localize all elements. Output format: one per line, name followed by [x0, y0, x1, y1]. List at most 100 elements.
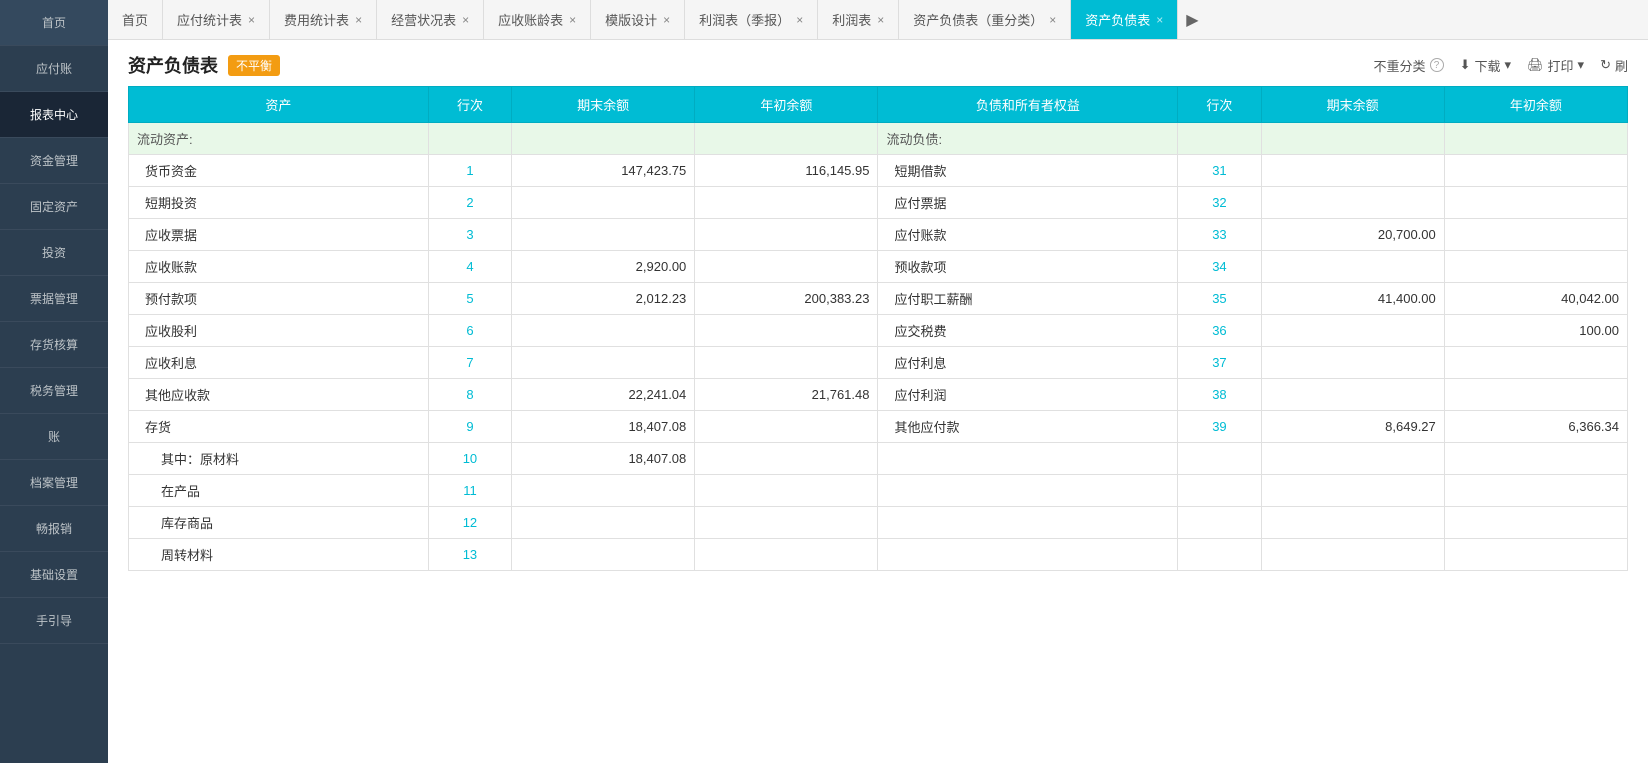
no-reclassify-label: 不重分类 [1374, 56, 1426, 75]
download-label: 下载 [1474, 56, 1500, 75]
liability-name: 应付利息 [878, 347, 1178, 379]
tab-close-icon[interactable]: × [355, 13, 362, 27]
sidebar-item-home[interactable]: 首页 [0, 0, 108, 46]
tab-scroll-right-icon[interactable]: ▶ [1178, 10, 1206, 30]
row-number: 6 [428, 315, 511, 347]
liability-name: 预收款项 [878, 251, 1178, 283]
end-balance: 22,241.04 [512, 379, 695, 411]
sidebar-item-sales[interactable]: 畅报销 [0, 506, 108, 552]
tab-close-icon[interactable]: × [462, 13, 469, 27]
tab-label: 应付统计表 [177, 10, 242, 29]
sidebar-item-investment[interactable]: 投资 [0, 230, 108, 276]
end-balance2 [1261, 475, 1444, 507]
tab-receivables-aging[interactable]: 应收账龄表 × [484, 0, 591, 40]
tab-label: 资产负债表（重分类） [913, 10, 1043, 29]
liability-name: 应付票据 [878, 187, 1178, 219]
end-balance [512, 219, 695, 251]
table-header-row: 资产 行次 期末余额 年初余额 负债和所有者权益 行次 期末余额 年初余额 [129, 87, 1628, 123]
tab-balance-sheet[interactable]: 资产负债表 × [1071, 0, 1178, 40]
tab-template-design[interactable]: 模版设计 × [591, 0, 685, 40]
tab-label: 经营状况表 [391, 10, 456, 29]
end-balance2 [1261, 443, 1444, 475]
end-balance2 [1261, 539, 1444, 571]
row-number2 [1178, 443, 1261, 475]
year-start-balance: 116,145.95 [695, 155, 878, 187]
tab-home-label: 首页 [122, 10, 148, 29]
row-number2: 31 [1178, 155, 1261, 187]
tab-close-icon[interactable]: × [663, 13, 670, 27]
tab-balance-sheet-reclassify[interactable]: 资产负债表（重分类） × [899, 0, 1071, 40]
sidebar-item-inventory-calc[interactable]: 存货核算 [0, 322, 108, 368]
row-number2: 32 [1178, 187, 1261, 219]
sidebar-item-fixed-assets[interactable]: 固定资产 [0, 184, 108, 230]
sidebar-item-basic-settings[interactable]: 基础设置 [0, 552, 108, 598]
row-number: 9 [428, 411, 511, 443]
end-balance2 [1261, 155, 1444, 187]
end-balance [512, 539, 695, 571]
end-balance [512, 507, 695, 539]
table-row: 应收票据 3 应付账款 33 20,700.00 [129, 219, 1628, 251]
sidebar-item-guide[interactable]: 手引导 [0, 598, 108, 644]
year-start-balance [695, 347, 878, 379]
row-number2 [1178, 507, 1261, 539]
sidebar-item-ticket-management[interactable]: 票据管理 [0, 276, 108, 322]
end-balance2: 20,700.00 [1261, 219, 1444, 251]
tab-label: 资产负债表 [1085, 10, 1150, 29]
header-year-start-balance: 年初余额 [695, 87, 878, 123]
tab-close-icon[interactable]: × [877, 13, 884, 27]
tab-operations-status[interactable]: 经营状况表 × [377, 0, 484, 40]
section-year-bal-empty [695, 123, 878, 155]
liability-name [878, 443, 1178, 475]
tab-label: 费用统计表 [284, 10, 349, 29]
row-number2: 38 [1178, 379, 1261, 411]
header-end-balance2: 期末余额 [1261, 87, 1444, 123]
page-title-area: 资产负债表 不平衡 [128, 52, 280, 78]
asset-name: 应收利息 [129, 347, 429, 379]
header-actions: 不重分类 ? ⬇ 下载 ▾ 🖨 打印 ▾ ↻ 刷 [1374, 56, 1628, 75]
year-start-balance [695, 475, 878, 507]
year-start-balance [695, 443, 878, 475]
no-reclassify-button[interactable]: 不重分类 ? [1374, 56, 1444, 75]
row-number2: 39 [1178, 411, 1261, 443]
end-balance2: 8,649.27 [1261, 411, 1444, 443]
tab-close-icon[interactable]: × [248, 13, 255, 27]
row-number: 10 [428, 443, 511, 475]
tab-close-icon[interactable]: × [1049, 13, 1056, 27]
sidebar-item-report-center[interactable]: 报表中心 [0, 92, 108, 138]
tab-profit-table[interactable]: 利润表 × [818, 0, 899, 40]
refresh-icon: ↻ [1600, 57, 1611, 73]
tab-home[interactable]: 首页 [108, 0, 163, 40]
row-number2: 36 [1178, 315, 1261, 347]
year-start-balance [695, 315, 878, 347]
table-container: 资产 行次 期末余额 年初余额 负债和所有者权益 行次 期末余额 年初余额 流动… [108, 86, 1648, 763]
tab-close-icon[interactable]: × [569, 13, 576, 27]
tab-close-icon[interactable]: × [796, 13, 803, 27]
section-current-assets-label: 流动资产: [129, 123, 429, 155]
sidebar-item-archive-management[interactable]: 档案管理 [0, 460, 108, 506]
year-start-balance2: 40,042.00 [1444, 283, 1627, 315]
liability-name: 应付利润 [878, 379, 1178, 411]
sidebar-item-tax-management[interactable]: 税务管理 [0, 368, 108, 414]
liability-name: 应付账款 [878, 219, 1178, 251]
sidebar-item-accounts[interactable]: 账 [0, 414, 108, 460]
download-button[interactable]: ⬇ 下载 ▾ [1460, 56, 1511, 75]
tab-label: 利润表（季报） [699, 10, 790, 29]
liability-name: 应付职工薪酬 [878, 283, 1178, 315]
refresh-button[interactable]: ↻ 刷 [1600, 56, 1628, 75]
end-balance: 18,407.08 [512, 443, 695, 475]
tab-expense-stat[interactable]: 费用统计表 × [270, 0, 377, 40]
tab-close-icon[interactable]: × [1156, 13, 1163, 27]
year-start-balance2 [1444, 155, 1627, 187]
liability-name: 应交税费 [878, 315, 1178, 347]
table-row: 短期投资 2 应付票据 32 [129, 187, 1628, 219]
end-balance [512, 315, 695, 347]
print-button[interactable]: 🖨 打印 ▾ [1527, 56, 1584, 75]
tab-profit-quarterly[interactable]: 利润表（季报） × [685, 0, 818, 40]
sidebar-item-accounts-payable[interactable]: 应付账 [0, 46, 108, 92]
row-number: 2 [428, 187, 511, 219]
asset-name: 其中：原材料 [129, 443, 429, 475]
year-start-balance [695, 411, 878, 443]
tab-accounts-payable-stat[interactable]: 应付统计表 × [163, 0, 270, 40]
sidebar-item-fund-management[interactable]: 资金管理 [0, 138, 108, 184]
end-balance [512, 475, 695, 507]
